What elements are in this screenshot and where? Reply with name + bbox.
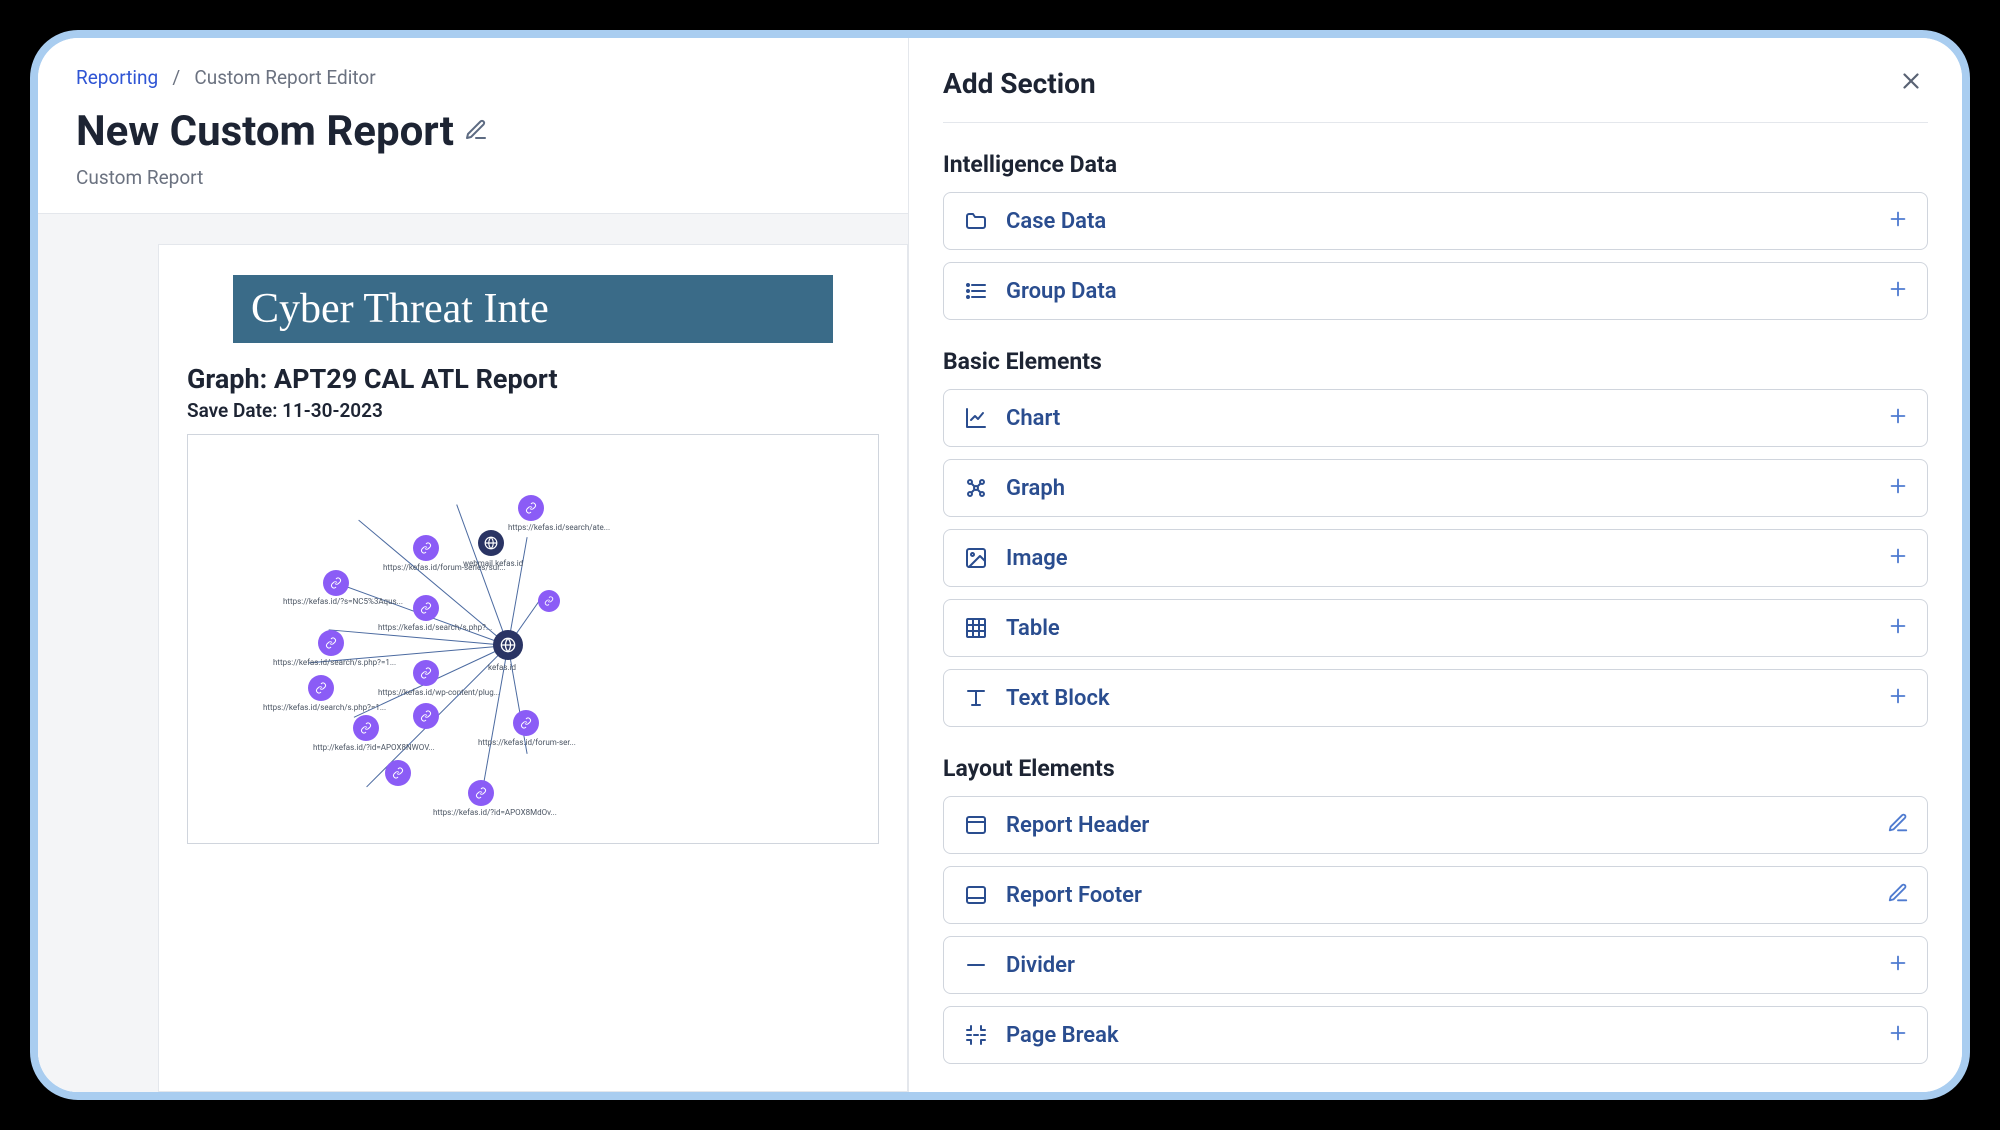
pagebreak-icon	[962, 1021, 990, 1049]
graph-node	[308, 675, 334, 701]
close-panel-button[interactable]	[1894, 64, 1928, 102]
section-item-label: Case Data	[1006, 209, 1887, 234]
node-label: https://kefas.id/forum-series/sur...	[383, 563, 506, 572]
graph-top-node	[478, 530, 504, 556]
edit-icon[interactable]	[1887, 882, 1909, 908]
canvas-area: Cyber Threat Inte Graph: APT29 CAL ATL R…	[38, 214, 908, 1092]
section-item-label: Divider	[1006, 953, 1887, 978]
graph-node	[385, 760, 411, 786]
folder-icon	[962, 207, 990, 235]
text-icon	[962, 684, 990, 712]
section-item-chart[interactable]: Chart	[943, 389, 1928, 447]
node-label: https://kefas.id/?s=NC5%3Aqus...	[283, 597, 403, 606]
center-node-label: kefas.id	[488, 663, 516, 672]
section-item-page-break[interactable]: Page Break	[943, 1006, 1928, 1064]
node-label: http://kefas.id/?id=APOX8NWOV...	[313, 743, 435, 752]
plus-icon[interactable]	[1887, 208, 1909, 234]
plus-icon[interactable]	[1887, 475, 1909, 501]
node-label: https://kefas.id/search/s.php?...	[378, 623, 492, 632]
section-item-label: Report Footer	[1006, 883, 1887, 908]
plus-icon[interactable]	[1887, 952, 1909, 978]
page-head: New Custom Report Custom Report	[38, 97, 908, 214]
divider-icon	[962, 951, 990, 979]
breadcrumb-current: Custom Report Editor	[194, 66, 375, 89]
section-item-report-header[interactable]: Report Header	[943, 796, 1928, 854]
node-label: https://kefas.id/search/s.php?=1...	[263, 703, 386, 712]
breadcrumb-sep	[163, 66, 172, 89]
section-item-graph[interactable]: Graph	[943, 459, 1928, 517]
graph-node	[413, 703, 439, 729]
list-icon	[962, 277, 990, 305]
node-label: https://kefas.id/search/s.php?=1...	[273, 658, 396, 667]
graph-center-node	[493, 630, 523, 660]
node-label: https://kefas.id/search/ate...	[508, 523, 610, 532]
panel-title: Add Section	[943, 67, 1096, 100]
page-title: New Custom Report	[76, 107, 454, 156]
section-group: Intelligence Data Case Data Group Data	[943, 151, 1928, 320]
section-group: Layout Elements Report Header Report Foote…	[943, 755, 1928, 1064]
section-group: Basic Elements Chart Graph Image Table Text B…	[943, 348, 1928, 727]
node-label: https://kefas.id/wp-content/plug...	[378, 688, 500, 697]
section-heading: Basic Elements	[943, 348, 1928, 375]
graph-box: kefas.id webmail.kefas.id https://kefas.…	[187, 434, 879, 844]
table-icon	[962, 614, 990, 642]
graph-node	[518, 495, 544, 521]
report-banner: Cyber Threat Inte	[233, 275, 833, 343]
section-heading: Intelligence Data	[943, 151, 1928, 178]
section-item-case-data[interactable]: Case Data	[943, 192, 1928, 250]
section-item-table[interactable]: Table	[943, 599, 1928, 657]
graph-node	[538, 590, 560, 612]
report-page-preview: Cyber Threat Inte Graph: APT29 CAL ATL R…	[158, 244, 908, 1092]
image-icon	[962, 544, 990, 572]
edit-icon[interactable]	[1887, 812, 1909, 838]
graph-section-title: Graph: APT29 CAL ATL Report	[187, 363, 879, 395]
chart-icon	[962, 404, 990, 432]
section-item-label: Page Break	[1006, 1023, 1887, 1048]
edit-title-icon[interactable]	[464, 118, 488, 146]
app-frame: Reporting / Custom Report Editor New Cus…	[30, 30, 1970, 1100]
page-subtitle: Custom Report	[76, 166, 870, 189]
section-item-image[interactable]: Image	[943, 529, 1928, 587]
plus-icon[interactable]	[1887, 685, 1909, 711]
breadcrumb-root-link[interactable]: Reporting	[76, 66, 158, 89]
graph-icon	[962, 474, 990, 502]
section-item-text-block[interactable]: Text Block	[943, 669, 1928, 727]
section-item-label: Graph	[1006, 476, 1887, 501]
graph-node	[323, 570, 349, 596]
section-item-label: Text Block	[1006, 686, 1887, 711]
plus-icon[interactable]	[1887, 278, 1909, 304]
add-section-panel: Add Section Intelligence Data Case Data Gr…	[908, 38, 1962, 1092]
plus-icon[interactable]	[1887, 1022, 1909, 1048]
panel-groups: Intelligence Data Case Data Group Data Basi…	[943, 123, 1928, 1076]
graph-node	[413, 660, 439, 686]
graph-node	[413, 535, 439, 561]
plus-icon[interactable]	[1887, 615, 1909, 641]
graph-save-date: Save Date: 11-30-2023	[187, 399, 879, 422]
graph-node	[413, 595, 439, 621]
graph-node	[468, 780, 494, 806]
breadcrumb: Reporting / Custom Report Editor	[38, 38, 908, 97]
graph-node	[513, 710, 539, 736]
editor-left-pane: Reporting / Custom Report Editor New Cus…	[38, 38, 908, 1092]
header-icon	[962, 811, 990, 839]
node-label: https://kefas.id/?id=APOX8MdOv...	[433, 808, 557, 817]
section-item-label: Table	[1006, 616, 1887, 641]
graph-node	[353, 715, 379, 741]
section-item-divider[interactable]: Divider	[943, 936, 1928, 994]
footer-icon	[962, 881, 990, 909]
plus-icon[interactable]	[1887, 545, 1909, 571]
section-item-group-data[interactable]: Group Data	[943, 262, 1928, 320]
section-item-label: Report Header	[1006, 813, 1887, 838]
section-heading: Layout Elements	[943, 755, 1928, 782]
section-item-label: Group Data	[1006, 279, 1887, 304]
section-item-report-footer[interactable]: Report Footer	[943, 866, 1928, 924]
section-item-label: Image	[1006, 546, 1887, 571]
graph-node	[318, 630, 344, 656]
plus-icon[interactable]	[1887, 405, 1909, 431]
section-item-label: Chart	[1006, 406, 1887, 431]
node-label: https://kefas.id/forum-ser...	[478, 738, 576, 747]
